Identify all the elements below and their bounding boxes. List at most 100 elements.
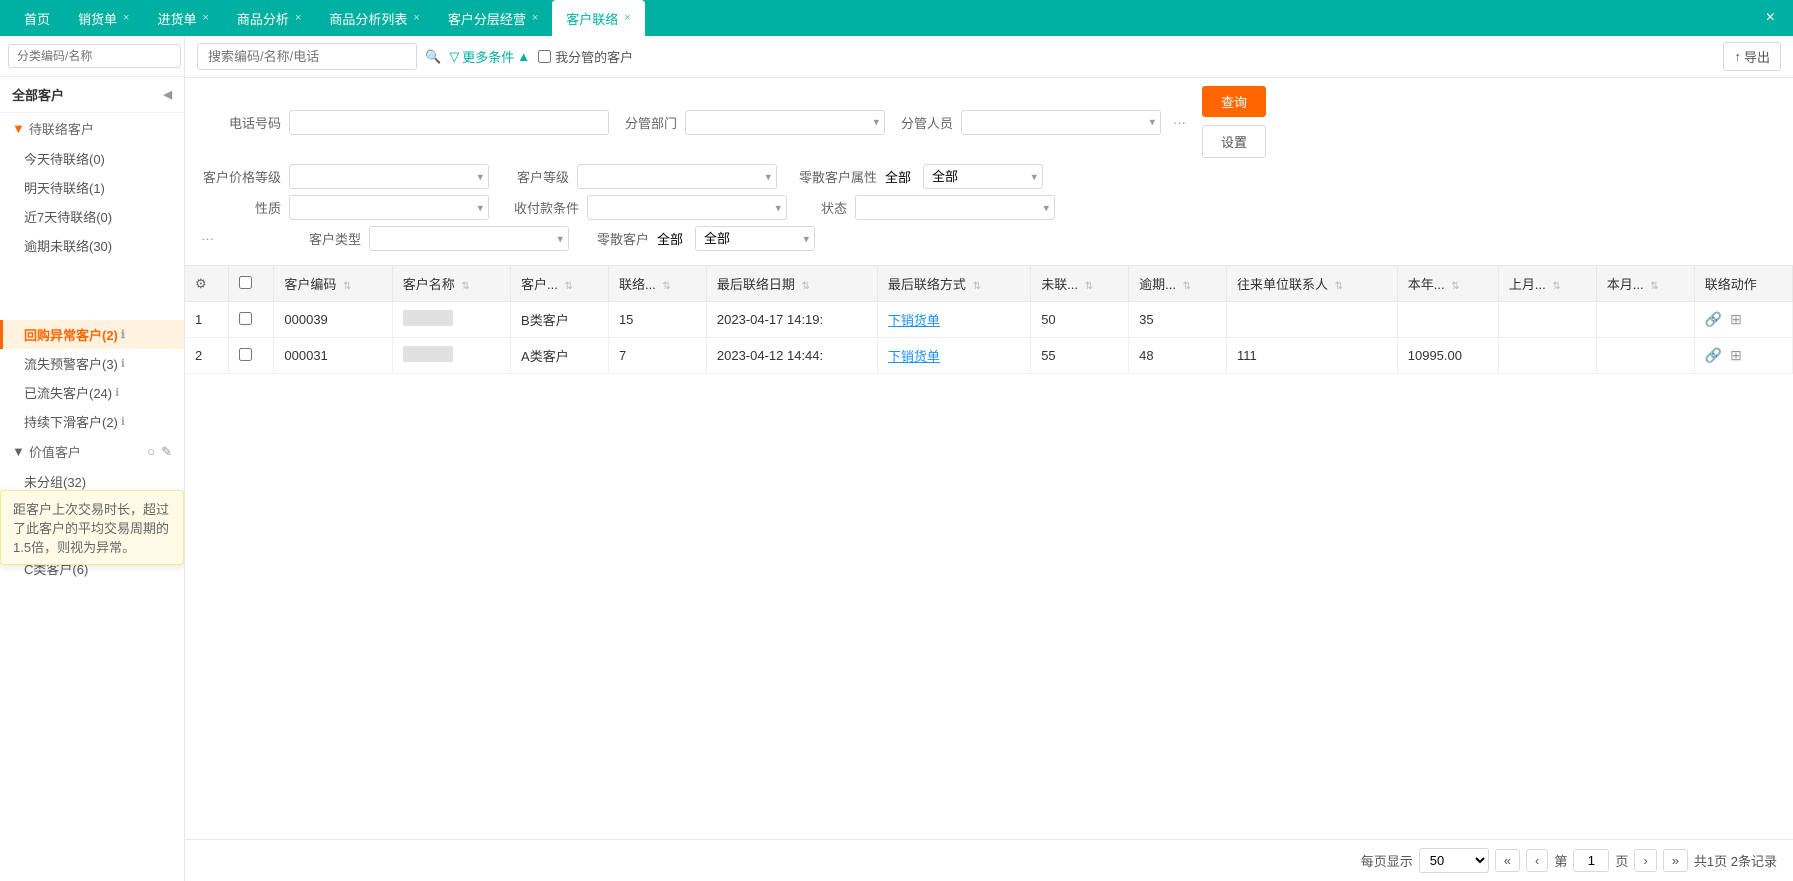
manager-dots[interactable]: ··· [1173, 115, 1186, 130]
phone-input[interactable] [289, 110, 609, 135]
sidebar-item-warning[interactable]: 流失预警客户(3) ℹ [0, 349, 184, 378]
col-this-month[interactable]: 本月... ⇅ [1596, 266, 1694, 302]
sidebar-item-overdue[interactable]: 逾期未联络(30) [0, 231, 184, 260]
col-type[interactable]: 客户... ⇅ [511, 266, 609, 302]
price-grade-select[interactable] [289, 164, 489, 189]
row2-last-method[interactable]: 下销货单 [877, 338, 1030, 374]
row2-checkbox-input[interactable] [239, 348, 252, 361]
col-uncontact[interactable]: 未联... ⇅ [1031, 266, 1129, 302]
sort-icon-this-month[interactable]: ⇅ [1650, 281, 1658, 292]
window-close-button[interactable]: × [1758, 9, 1783, 27]
nav-item-home[interactable]: 首页 [10, 0, 64, 36]
nav-item-analysis-list[interactable]: 商品分析列表 × [315, 0, 433, 36]
row1-last-method[interactable]: 下销货单 [877, 302, 1030, 338]
sort-icon-last-date[interactable]: ⇅ [802, 281, 810, 292]
prev-page-button[interactable]: ‹ [1526, 849, 1548, 872]
row2-action-more-button[interactable]: ⊞ [1730, 347, 1742, 364]
first-page-button[interactable]: « [1495, 849, 1520, 872]
sort-icon-last-method[interactable]: ⇅ [973, 281, 981, 292]
sidebar-item-declining[interactable]: 持续下滑客户(2) ℹ [0, 407, 184, 436]
row1-action-link-button[interactable]: 🔗 [1705, 311, 1722, 328]
export-label: 导出 [1744, 47, 1770, 66]
row2-action-link-button[interactable]: 🔗 [1705, 347, 1722, 364]
col-this-year[interactable]: 本年... ⇅ [1397, 266, 1498, 302]
sort-icon-last-month[interactable]: ⇅ [1552, 281, 1560, 292]
nav-close-customer-layer[interactable]: × [532, 12, 538, 24]
cust-grade-select[interactable] [577, 164, 777, 189]
col-code[interactable]: 客户编码 ⇅ [274, 266, 392, 302]
sort-icon-uncontact[interactable]: ⇅ [1085, 281, 1093, 292]
next-page-button[interactable]: › [1634, 849, 1656, 872]
dept-select[interactable] [685, 110, 885, 135]
info-icon-abnormal[interactable]: ℹ [121, 328, 125, 341]
manager-select[interactable] [961, 110, 1161, 135]
edit-icon[interactable]: ○ [147, 444, 155, 460]
set-button[interactable]: 设置 [1202, 125, 1266, 158]
col-contact-count[interactable]: 联络... ⇅ [608, 266, 706, 302]
cust-type-select[interactable] [369, 226, 569, 251]
row1-action-more-button[interactable]: ⊞ [1730, 311, 1742, 328]
collapse-icon[interactable]: ◀ [164, 88, 172, 101]
nature-select[interactable] [289, 195, 489, 220]
scatter-cust-select[interactable]: 全部 [695, 226, 815, 251]
status-label: 状态 [807, 198, 847, 217]
nav-item-customer-layer[interactable]: 客户分层经营 × [434, 0, 552, 36]
row1-contact: 15 [608, 302, 706, 338]
sort-icon-code[interactable]: ⇅ [343, 281, 351, 292]
nav-item-analysis[interactable]: 商品分析 × [223, 0, 315, 36]
arrow-icon: ▼ [12, 121, 25, 136]
export-button[interactable]: ↑ 导出 [1723, 42, 1781, 71]
col-contact2[interactable]: 往来单位联系人 ⇅ [1227, 266, 1398, 302]
nav-item-customer-contact[interactable]: 客户联络 × [552, 0, 644, 36]
settings-icon[interactable]: ✎ [161, 444, 172, 460]
nav-close-customer-contact[interactable]: × [624, 12, 630, 24]
nav-close-purchase[interactable]: × [202, 12, 208, 24]
row1-checkbox[interactable] [228, 302, 274, 338]
info-icon-declining[interactable]: ℹ [121, 415, 125, 428]
sidebar-item-abnormal[interactable]: 回购异常客户(2) ℹ [0, 320, 184, 349]
col-settings[interactable]: ⚙ [185, 266, 228, 302]
sidebar-item-lost[interactable]: 已流失客户(24) ℹ [0, 378, 184, 407]
nav-item-purchase[interactable]: 进货单 × [143, 0, 222, 36]
payment-select[interactable] [587, 195, 787, 220]
status-select[interactable] [855, 195, 1055, 220]
sort-icon-contact-count[interactable]: ⇅ [662, 281, 670, 292]
col-last-method[interactable]: 最后联络方式 ⇅ [877, 266, 1030, 302]
my-customers-checkbox-label[interactable]: 我分管的客户 [538, 47, 633, 66]
sort-icon-name[interactable]: ⇅ [461, 281, 469, 292]
col-overdue[interactable]: 逾期... ⇅ [1129, 266, 1227, 302]
sort-icon-contact2[interactable]: ⇅ [1335, 281, 1343, 292]
nav-close-sales[interactable]: × [123, 12, 129, 24]
per-page-select[interactable]: 50 20 100 [1419, 848, 1489, 873]
sidebar-search-input[interactable] [8, 44, 181, 68]
sidebar-item-today[interactable]: 今天待联络(0) [0, 144, 184, 173]
sort-icon-type[interactable]: ⇅ [565, 281, 573, 292]
more-filters-button[interactable]: ▽ 更多条件 ▲ [449, 47, 530, 66]
select-all-checkbox[interactable] [239, 276, 252, 289]
row2-checkbox[interactable] [228, 338, 274, 374]
nav-close-analysis-list[interactable]: × [413, 12, 419, 24]
info-icon-lost[interactable]: ℹ [115, 386, 119, 399]
col-name[interactable]: 客户名称 ⇅ [392, 266, 510, 302]
row4-dots[interactable]: ··· [201, 231, 281, 246]
col-last-month[interactable]: 上月... ⇅ [1498, 266, 1596, 302]
search-button[interactable]: 🔍 [425, 49, 441, 65]
col-last-date[interactable]: 最后联络日期 ⇅ [706, 266, 877, 302]
last-page-button[interactable]: » [1663, 849, 1688, 872]
nav-close-analysis[interactable]: × [295, 12, 301, 24]
row1-checkbox-input[interactable] [239, 312, 252, 325]
scatter-attr-select[interactable]: 全部 [923, 164, 1043, 189]
sidebar-item-tomorrow[interactable]: 明天待联络(1) [0, 173, 184, 202]
page-input[interactable] [1573, 849, 1609, 872]
info-icon-warning[interactable]: ℹ [121, 357, 125, 370]
sort-icon-overdue[interactable]: ⇅ [1183, 281, 1191, 292]
my-customers-checkbox[interactable] [538, 50, 551, 63]
nav-item-sales[interactable]: 销货单 × [64, 0, 143, 36]
col-checkbox[interactable] [228, 266, 274, 302]
sort-icon-this-year[interactable]: ⇅ [1451, 281, 1459, 292]
sidebar-all-customers[interactable]: 全部客户 ◀ [0, 77, 184, 113]
sidebar-item-7days[interactable]: 近7天待联络(0) [0, 202, 184, 231]
search-input[interactable] [197, 43, 417, 70]
query-button[interactable]: 查询 [1202, 86, 1266, 117]
table-settings-button[interactable]: ⚙ [195, 276, 207, 292]
